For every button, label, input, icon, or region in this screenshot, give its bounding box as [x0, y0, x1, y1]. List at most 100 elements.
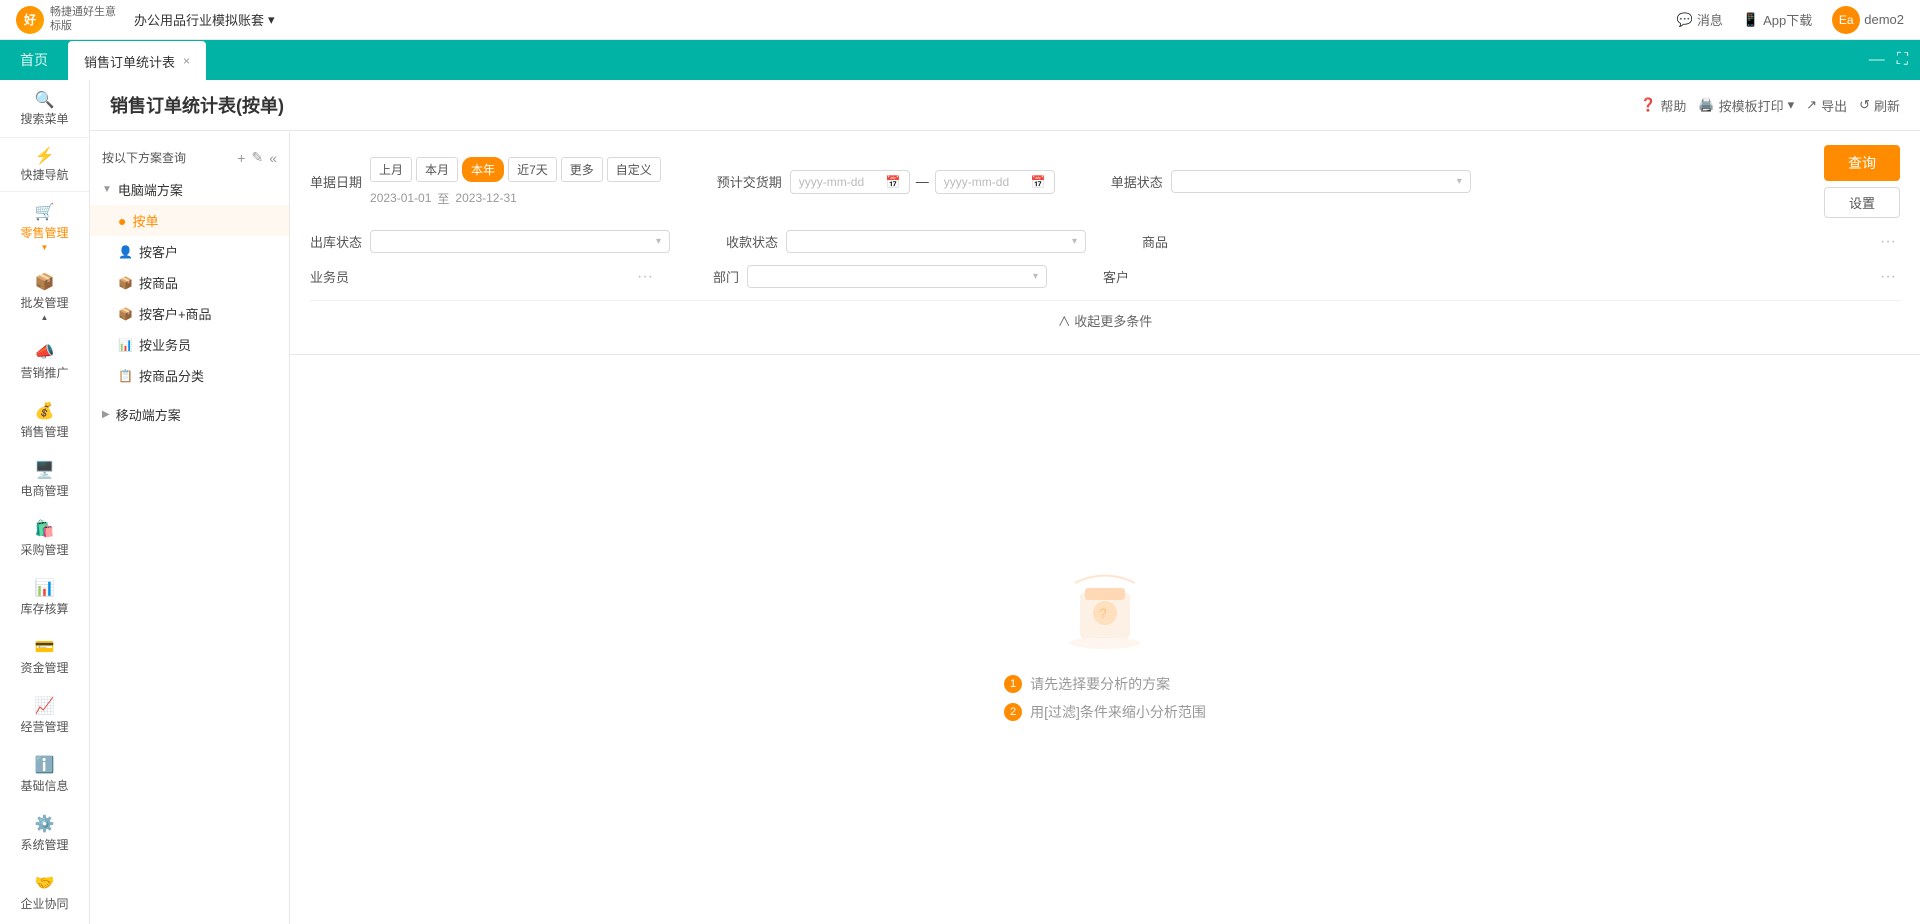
filter-customer: 客户 ···	[1103, 267, 1900, 286]
ship-status-select[interactable]: ▾	[370, 230, 670, 253]
tab-minimize-icon[interactable]: —	[1865, 47, 1889, 73]
sidebar-item-basic[interactable]: ℹ️ 基础信息	[0, 745, 89, 804]
collapse-filters-button[interactable]: ∧ 收起更多条件	[310, 300, 1900, 340]
logo-text: 畅捷通好生意 标版	[50, 6, 116, 32]
tabbar-actions: — ⛶	[1865, 47, 1920, 73]
sidebar-item-marketing[interactable]: 📣 营销推广	[0, 332, 89, 391]
refresh-button[interactable]: ↺ 刷新	[1859, 96, 1900, 115]
tab-home[interactable]: 首页	[0, 40, 68, 80]
filter-area: 单据日期 上月 本月 本年 近7天 更多 自定义	[290, 131, 1920, 355]
page-header: 销售订单统计表(按单) ❓ 帮助 🖨️ 按模板打印 ▾ ↗ 导出 ↺ 刷新	[90, 80, 1920, 131]
export-icon: ↗	[1806, 97, 1817, 113]
query-buttons: 查询 设置	[1824, 145, 1900, 218]
expected-date-inputs: yyyy-mm-dd 📅 — yyyy-mm-dd 📅	[790, 170, 1055, 194]
topbar-left: 好 畅捷通好生意 标版 办公用品行业模拟账套 ▾	[16, 6, 283, 34]
company-select[interactable]: 办公用品行业模拟账套 ▾	[126, 6, 283, 33]
sidebar-item-sales[interactable]: 💰 销售管理	[0, 391, 89, 450]
date-btn-thismonth[interactable]: 本月	[416, 157, 458, 182]
tab-sales-order[interactable]: 销售订单统计表 ×	[68, 41, 206, 81]
customer-scheme-icon: 👤	[118, 245, 133, 259]
scheme-item-byorder[interactable]: ● 按单	[90, 205, 289, 236]
download-icon: 📱	[1743, 12, 1759, 28]
edit-scheme-button[interactable]: ✎	[251, 149, 263, 166]
customer-more-button[interactable]: ···	[1876, 268, 1900, 286]
filter-salesman: 业务员 ···	[310, 267, 657, 286]
expected-date-end-input[interactable]: yyyy-mm-dd 📅	[935, 170, 1055, 194]
settings-button[interactable]: 设置	[1824, 187, 1900, 218]
date-btn-7days[interactable]: 近7天	[508, 157, 557, 182]
salesman-more-button[interactable]: ···	[633, 268, 657, 286]
date-quick-buttons: 上月 本月 本年 近7天 更多 自定义	[370, 157, 661, 182]
app-download-action[interactable]: 📱 App下载	[1743, 10, 1812, 29]
user-action[interactable]: Ea demo2	[1832, 6, 1904, 34]
tree-arrow-mobile: ▶	[102, 409, 110, 420]
empty-tips: 1 请先选择要分析的方案 2 用[过滤]条件来缩小分析范围	[1004, 674, 1206, 722]
filter-ship-status: 出库状态 ▾	[310, 230, 670, 253]
sidebar-item-enterprise[interactable]: 🤝 企业协同	[0, 863, 89, 922]
filter-expected-date: 预计交货期 yyyy-mm-dd 📅 — yyyy-mm-dd 📅	[717, 170, 1055, 194]
date-btn-thisyear[interactable]: 本年	[462, 157, 504, 182]
goods-more-button[interactable]: ···	[1876, 233, 1900, 251]
sidebar-item-finance[interactable]: 💳 资金管理	[0, 627, 89, 686]
scheme-item-bysalesman[interactable]: 📊 按业务员	[90, 329, 289, 360]
sidebar-item-operation[interactable]: 📈 经营管理	[0, 686, 89, 745]
expected-date-label: 预计交货期	[717, 172, 782, 191]
wholesale-expand-icon: ▲	[41, 313, 49, 322]
sidebar-item-wholesale[interactable]: 📦 批发管理 ▲	[0, 262, 89, 332]
pay-status-caret: ▾	[1072, 236, 1077, 247]
sidebar: 🔍 搜索菜单 ⚡ 快捷导航 🛒 零售管理 ▼ 📦 批发管理 ▲ 📣 营销推广 💰…	[0, 80, 90, 924]
date-btn-lastmonth[interactable]: 上月	[370, 157, 412, 182]
message-action[interactable]: 💬 消息	[1677, 10, 1723, 29]
sidebar-item-inventory[interactable]: 📊 库存核算	[0, 568, 89, 627]
tree-parent-mobile[interactable]: ▶ 移动端方案	[90, 399, 289, 430]
print-dropdown-icon: ▾	[1788, 97, 1795, 113]
template-print-button[interactable]: 🖨️ 按模板打印 ▾	[1698, 96, 1794, 115]
scheme-item-bycategory[interactable]: 📋 按商品分类	[90, 360, 289, 391]
date-btn-custom[interactable]: 自定义	[607, 157, 661, 182]
date-label: 单据日期	[310, 172, 362, 191]
empty-state: ? 1 请先选择要分析的方案 2 用[过滤]条件来缩小分析范围	[290, 355, 1920, 924]
retail-expand-icon: ▼	[41, 243, 49, 252]
page-actions: ❓ 帮助 🖨️ 按模板打印 ▾ ↗ 导出 ↺ 刷新	[1640, 96, 1900, 115]
message-icon: 💬	[1677, 12, 1693, 28]
panel-header-actions: + ✎ «	[237, 149, 277, 166]
main-layout: 🔍 搜索菜单 ⚡ 快捷导航 🛒 零售管理 ▼ 📦 批发管理 ▲ 📣 营销推广 💰…	[0, 80, 1920, 924]
pay-status-select[interactable]: ▾	[786, 230, 1086, 253]
filter-bill-status: 单据状态 ▾	[1111, 170, 1800, 193]
logo-area: 好 畅捷通好生意 标版	[16, 6, 116, 34]
add-scheme-button[interactable]: +	[237, 150, 245, 166]
chevron-down-icon: ▾	[268, 12, 275, 28]
right-panel: 单据日期 上月 本月 本年 近7天 更多 自定义	[290, 131, 1920, 924]
bill-status-select[interactable]: ▾	[1171, 170, 1471, 193]
expected-date-start-input[interactable]: yyyy-mm-dd 📅	[790, 170, 910, 194]
calendar-end-icon: 📅	[1031, 175, 1046, 189]
help-button[interactable]: ❓ 帮助	[1640, 96, 1686, 115]
customer-label: 客户	[1103, 267, 1129, 286]
tab-maximize-icon[interactable]: ⛶	[1893, 47, 1912, 73]
filter-row-1: 单据日期 上月 本月 本年 近7天 更多 自定义	[310, 145, 1900, 218]
query-button[interactable]: 查询	[1824, 145, 1900, 181]
sidebar-item-retail[interactable]: 🛒 零售管理 ▼	[0, 192, 89, 262]
bill-status-label: 单据状态	[1111, 172, 1163, 191]
scheme-item-bycustomer[interactable]: 👤 按客户	[90, 236, 289, 267]
page-title: 销售订单统计表(按单)	[110, 92, 284, 118]
export-button[interactable]: ↗ 导出	[1806, 96, 1847, 115]
scheme-item-bycustomergoods[interactable]: 📦 按客户+商品	[90, 298, 289, 329]
tab-close-icon[interactable]: ×	[183, 54, 190, 68]
date-btn-more[interactable]: 更多	[561, 157, 603, 182]
sidebar-item-system[interactable]: ⚙️ 系统管理	[0, 804, 89, 863]
tabbar: 首页 销售订单统计表 × — ⛶	[0, 40, 1920, 80]
ship-status-label: 出库状态	[310, 232, 362, 251]
sidebar-item-purchase[interactable]: 🛍️ 采购管理	[0, 509, 89, 568]
sidebar-search[interactable]: 🔍 搜索菜单	[0, 80, 89, 138]
filter-goods: 商品 ···	[1142, 232, 1900, 251]
dept-select[interactable]: ▾	[747, 265, 1047, 288]
sidebar-item-ecommerce[interactable]: 🖥️ 电商管理	[0, 450, 89, 509]
collapse-panel-button[interactable]: «	[269, 150, 277, 166]
scheme-item-bygoods[interactable]: 📦 按商品	[90, 267, 289, 298]
sidebar-quick-nav[interactable]: ⚡ 快捷导航	[0, 138, 89, 192]
print-icon: 🖨️	[1698, 97, 1714, 113]
avatar: Ea	[1832, 6, 1860, 34]
refresh-icon: ↺	[1859, 97, 1870, 113]
tree-parent-pc[interactable]: ▼ 电脑端方案	[90, 174, 289, 205]
